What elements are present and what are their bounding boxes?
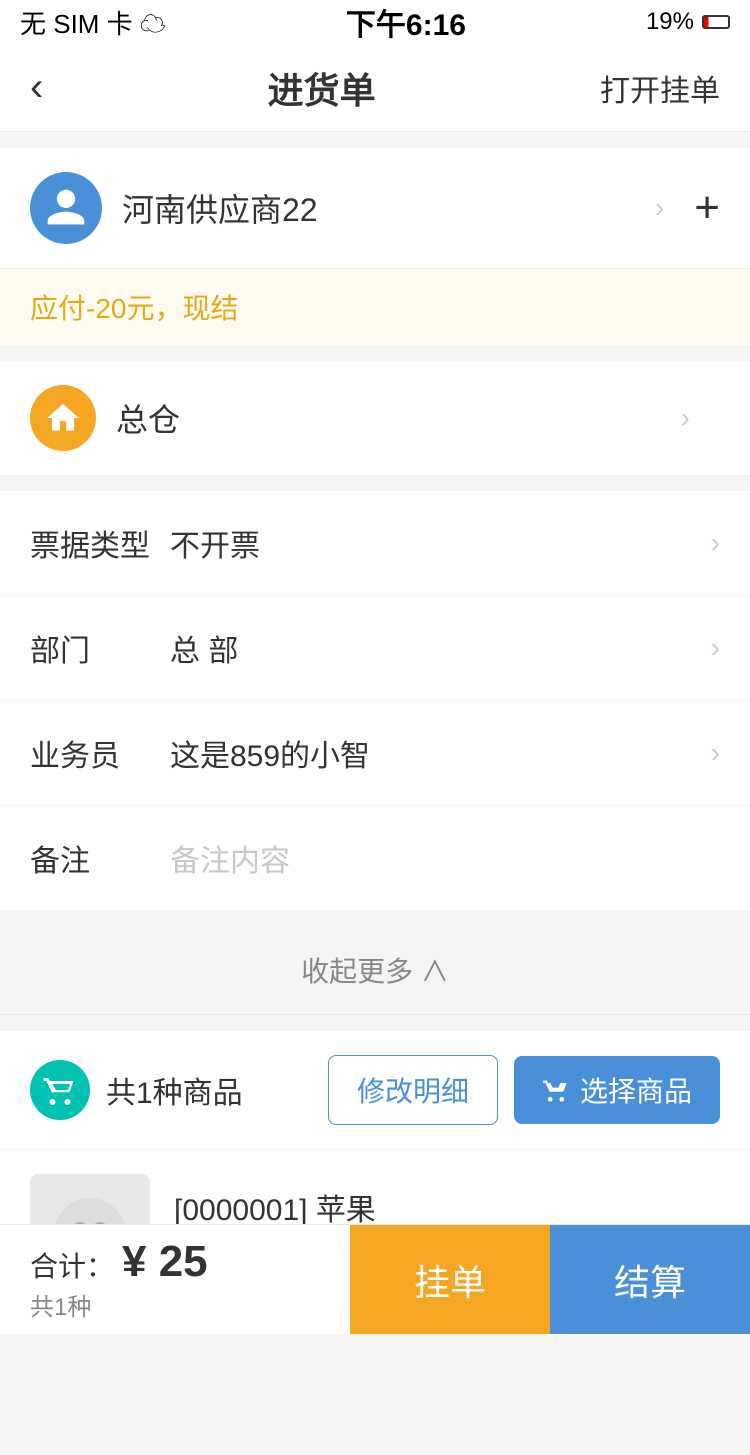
warehouse-row[interactable]: 总仓 › [0,361,750,475]
department-label: 部门 [30,626,170,670]
shopping-icon [42,1072,78,1108]
department-row[interactable]: 部门 总 部 › [0,596,750,701]
status-left: 无 SIM 卡 ☁ [20,4,166,41]
person-icon [44,186,88,230]
back-button[interactable]: ‹ [30,65,43,110]
battery-icon [702,15,730,29]
warehouse-arrow-icon: › [681,402,690,434]
warehouse-name: 总仓 [116,395,681,441]
checkout-button[interactable]: 结算 [550,1225,750,1334]
add-supplier-button[interactable]: + [694,183,720,233]
collapse-toggle[interactable]: 收起更多 ∧ [0,926,750,1015]
total-area: 合计： ¥ 25 共1种 [0,1225,350,1334]
salesperson-label: 业务员 [30,731,170,775]
remark-label: 备注 [30,836,170,880]
supplier-section: 河南供应商22 › + 应付-20元，现结 [0,148,750,345]
invoice-type-label: 票据类型 [30,521,170,565]
status-right: 19% [646,8,730,36]
product-icon [30,1060,90,1120]
total-label: 合计： [30,1245,114,1285]
select-product-button[interactable]: 选择商品 [514,1056,720,1124]
salesperson-row[interactable]: 业务员 这是859的小智 › [0,701,750,806]
supplier-avatar [30,172,102,244]
total-row: 合计： ¥ 25 [30,1237,350,1287]
invoice-type-row[interactable]: 票据类型 不开票 › [0,491,750,596]
remark-row[interactable]: 备注 备注内容 [0,806,750,910]
select-product-label: 选择商品 [580,1070,692,1110]
supplier-row[interactable]: 河南供应商22 › + [0,148,750,269]
open-pending-button[interactable]: 打开挂单 [600,66,720,110]
edit-detail-button[interactable]: 修改明细 [328,1055,498,1125]
remark-input[interactable]: 备注内容 [170,836,720,880]
warehouse-icon [30,385,96,451]
department-arrow-icon: › [711,632,720,664]
supplier-name: 河南供应商22 [122,185,655,231]
warehouse-section[interactable]: 总仓 › [0,361,750,475]
invoice-type-value: 不开票 [170,521,711,565]
department-value: 总 部 [170,626,711,670]
nav-bar: ‹ 进货单 打开挂单 [0,44,750,132]
payment-hint: 应付-20元，现结 [0,269,750,345]
hang-order-button[interactable]: 挂单 [350,1225,550,1334]
product-title: 苹果 [316,1194,376,1227]
form-section: 票据类型 不开票 › 部门 总 部 › 业务员 这是859的小智 › 备注 备注… [0,491,750,910]
sim-status: 无 SIM 卡 ☁ [20,4,166,41]
status-bar: 无 SIM 卡 ☁ 下午6:16 19% [0,0,750,44]
salesperson-value: 这是859的小智 [170,731,711,775]
add-product-icon [542,1076,570,1104]
salesperson-arrow-icon: › [711,737,720,769]
battery-level: 19% [646,8,694,36]
supplier-arrow-icon: › [655,192,664,224]
bottom-bar: 合计： ¥ 25 共1种 挂单 结算 [0,1224,750,1334]
total-count: 共1种 [30,1287,350,1322]
product-count: 共1种商品 [106,1068,328,1112]
product-header: 共1种商品 修改明细 选择商品 [0,1031,750,1150]
invoice-type-arrow-icon: › [711,527,720,559]
status-time: 下午6:16 [346,0,466,44]
product-name: [0000001] 苹果 [174,1185,664,1229]
product-code: [0000001] [174,1194,307,1227]
total-amount: ¥ 25 [122,1237,208,1287]
home-icon [44,399,82,437]
page-title: 进货单 [268,62,376,114]
